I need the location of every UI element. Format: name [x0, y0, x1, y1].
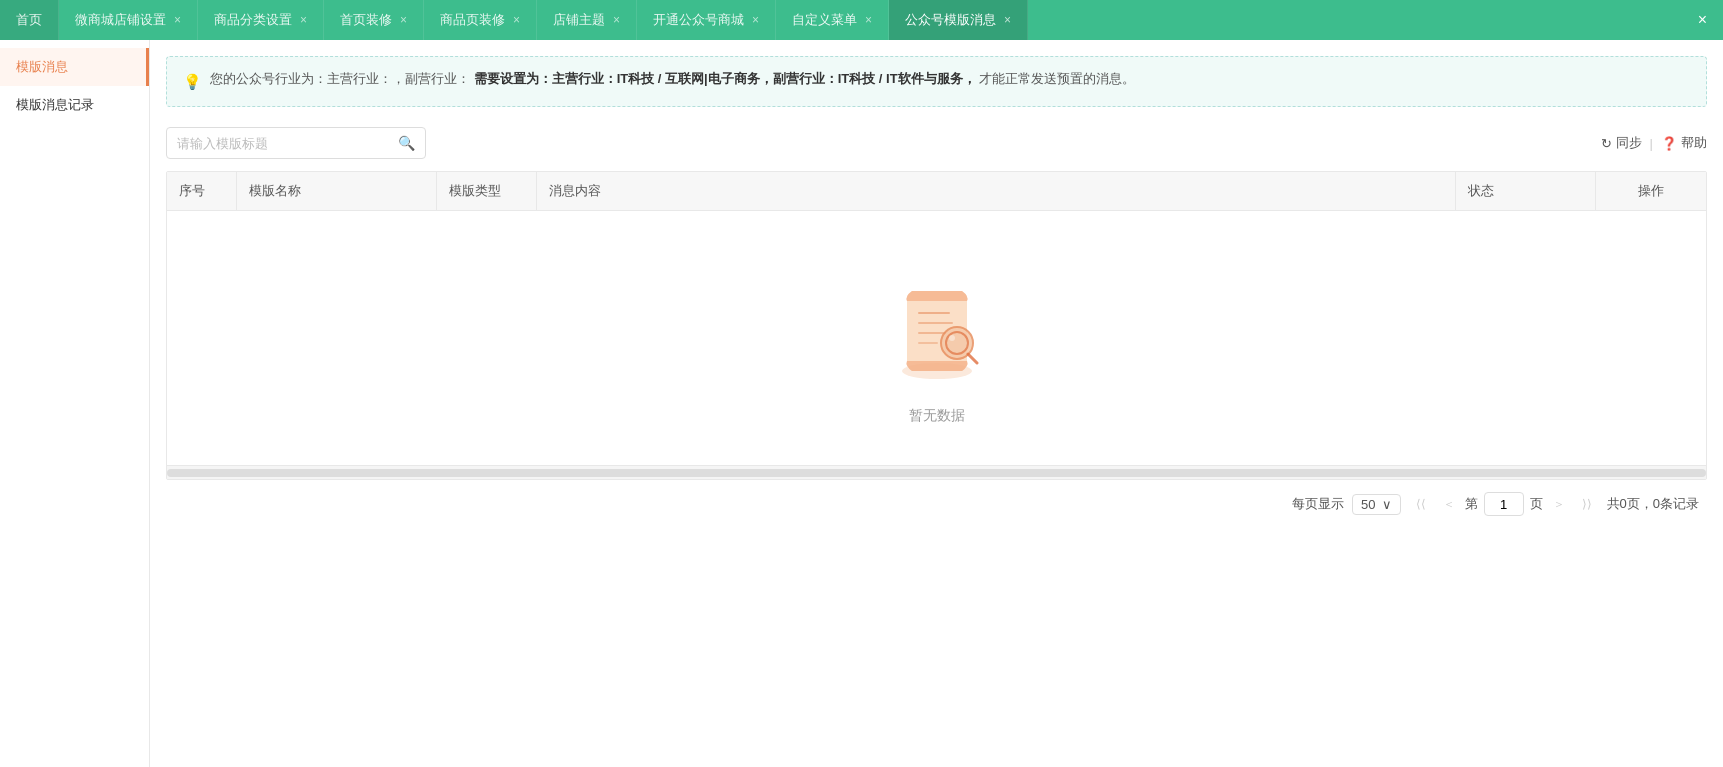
col-header-status: 状态 [1456, 172, 1596, 210]
sync-label: 同步 [1616, 134, 1642, 152]
page-label-prefix: 第 [1465, 495, 1478, 513]
tab-shop-theme-close[interactable]: × [613, 13, 620, 27]
search-icon[interactable]: 🔍 [398, 135, 415, 151]
sidebar-item-template-msg-label: 模版消息 [16, 58, 68, 76]
svg-line-7 [968, 354, 977, 363]
col-header-action: 操作 [1596, 172, 1706, 210]
table-scrollbar[interactable] [167, 465, 1706, 479]
tab-home-decor[interactable]: 首页装修 × [324, 0, 424, 40]
tab-home-label: 首页 [16, 11, 42, 29]
per-page-label: 每页显示 [1292, 495, 1344, 513]
tab-wsc-settings-close[interactable]: × [174, 13, 181, 27]
first-page-button[interactable]: ⟨⟨ [1409, 492, 1433, 516]
content-area: 💡 您的公众号行业为：主营行业：，副营行业： 需要设置为：主营行业：IT科技 /… [150, 40, 1723, 767]
sidebar: 模版消息 模版消息记录 [0, 40, 150, 767]
toolbar-right: ↻ 同步 | ❓ 帮助 [1601, 134, 1707, 152]
page-label-suffix: 页 [1530, 495, 1543, 513]
tab-template-msg[interactable]: 公众号模版消息 × [889, 0, 1028, 40]
tab-shop-theme-label: 店铺主题 [553, 11, 605, 29]
tab-custom-menu-label: 自定义菜单 [792, 11, 857, 29]
empty-illustration [877, 271, 997, 391]
tab-open-mall-close[interactable]: × [752, 13, 759, 27]
tab-product-decor[interactable]: 商品页装修 × [424, 0, 537, 40]
prev-page-button[interactable]: ＜ [1437, 492, 1461, 516]
last-page-button[interactable]: ⟩⟩ [1575, 492, 1599, 516]
table-header: 序号 模版名称 模版类型 消息内容 状态 操作 [167, 172, 1706, 211]
global-close-button[interactable]: × [1682, 11, 1723, 29]
total-info: 共0页，0条记录 [1607, 495, 1699, 513]
sidebar-item-template-msg[interactable]: 模版消息 [0, 48, 149, 86]
col-header-content: 消息内容 [537, 172, 1456, 210]
tab-custom-menu-close[interactable]: × [865, 13, 872, 27]
sidebar-item-template-msg-record-label: 模版消息记录 [16, 96, 94, 114]
per-page-value: 50 [1361, 497, 1375, 512]
col-header-type: 模版类型 [437, 172, 537, 210]
table: 序号 模版名称 模版类型 消息内容 状态 操作 [166, 171, 1707, 480]
tab-home-decor-label: 首页装修 [340, 11, 392, 29]
tab-wsc-settings-label: 微商城店铺设置 [75, 11, 166, 29]
notice-suffix: 才能正常发送预置的消息。 [979, 71, 1135, 86]
sync-icon: ↻ [1601, 136, 1612, 151]
tab-shop-theme[interactable]: 店铺主题 × [537, 0, 637, 40]
top-nav: 首页 微商城店铺设置 × 商品分类设置 × 首页装修 × 商品页装修 × 店铺主… [0, 0, 1723, 40]
help-button[interactable]: ❓ 帮助 [1661, 134, 1707, 152]
next-page-button[interactable]: ＞ [1547, 492, 1571, 516]
search-input[interactable] [177, 136, 398, 151]
tab-template-msg-label: 公众号模版消息 [905, 11, 996, 29]
svg-point-8 [949, 335, 955, 341]
tab-wsc-settings[interactable]: 微商城店铺设置 × [59, 0, 198, 40]
page-input: 第 页 [1465, 492, 1543, 516]
help-icon: ❓ [1661, 136, 1677, 151]
tab-template-msg-close[interactable]: × [1004, 13, 1011, 27]
empty-state: 暂无数据 [167, 211, 1706, 465]
notice-box: 💡 您的公众号行业为：主营行业：，副营行业： 需要设置为：主营行业：IT科技 /… [166, 56, 1707, 107]
light-icon: 💡 [183, 70, 202, 94]
col-header-seq: 序号 [167, 172, 237, 210]
notice-text: 您的公众号行业为：主营行业：，副营行业： 需要设置为：主营行业：IT科技 / 互… [210, 69, 1135, 90]
per-page-select[interactable]: 50 ∨ [1352, 494, 1400, 515]
page-number-input[interactable] [1484, 492, 1524, 516]
tab-open-mall-label: 开通公众号商城 [653, 11, 744, 29]
sync-button[interactable]: ↻ 同步 [1601, 134, 1642, 152]
notice-prefix: 您的公众号行业为：主营行业：，副营行业： [210, 71, 470, 86]
toolbar-divider: | [1650, 136, 1653, 151]
tab-product-decor-close[interactable]: × [513, 13, 520, 27]
tab-custom-menu[interactable]: 自定义菜单 × [776, 0, 889, 40]
tab-home-decor-close[interactable]: × [400, 13, 407, 27]
sidebar-item-template-msg-record[interactable]: 模版消息记录 [0, 86, 149, 124]
tab-category-settings[interactable]: 商品分类设置 × [198, 0, 324, 40]
col-header-name: 模版名称 [237, 172, 437, 210]
pagination: 每页显示 50 ∨ ⟨⟨ ＜ 第 页 ＞ ⟩⟩ 共0页，0条记录 [166, 480, 1707, 520]
search-bar: 🔍 ↻ 同步 | ❓ 帮助 [166, 127, 1707, 159]
tab-home[interactable]: 首页 [0, 0, 59, 40]
tab-category-settings-label: 商品分类设置 [214, 11, 292, 29]
scrollbar-track [167, 469, 1706, 477]
page-nav: ⟨⟨ ＜ 第 页 ＞ ⟩⟩ [1409, 492, 1599, 516]
help-label: 帮助 [1681, 134, 1707, 152]
main-layout: 模版消息 模版消息记录 💡 您的公众号行业为：主营行业：，副营行业： 需要设置为… [0, 40, 1723, 767]
search-input-wrap[interactable]: 🔍 [166, 127, 426, 159]
notice-highlight: 需要设置为：主营行业：IT科技 / 互联网|电子商务，副营行业：IT科技 / I… [474, 71, 976, 86]
tab-open-mall[interactable]: 开通公众号商城 × [637, 0, 776, 40]
tab-category-settings-close[interactable]: × [300, 13, 307, 27]
tab-product-decor-label: 商品页装修 [440, 11, 505, 29]
per-page-chevron-icon: ∨ [1382, 497, 1392, 512]
empty-text: 暂无数据 [909, 407, 965, 425]
